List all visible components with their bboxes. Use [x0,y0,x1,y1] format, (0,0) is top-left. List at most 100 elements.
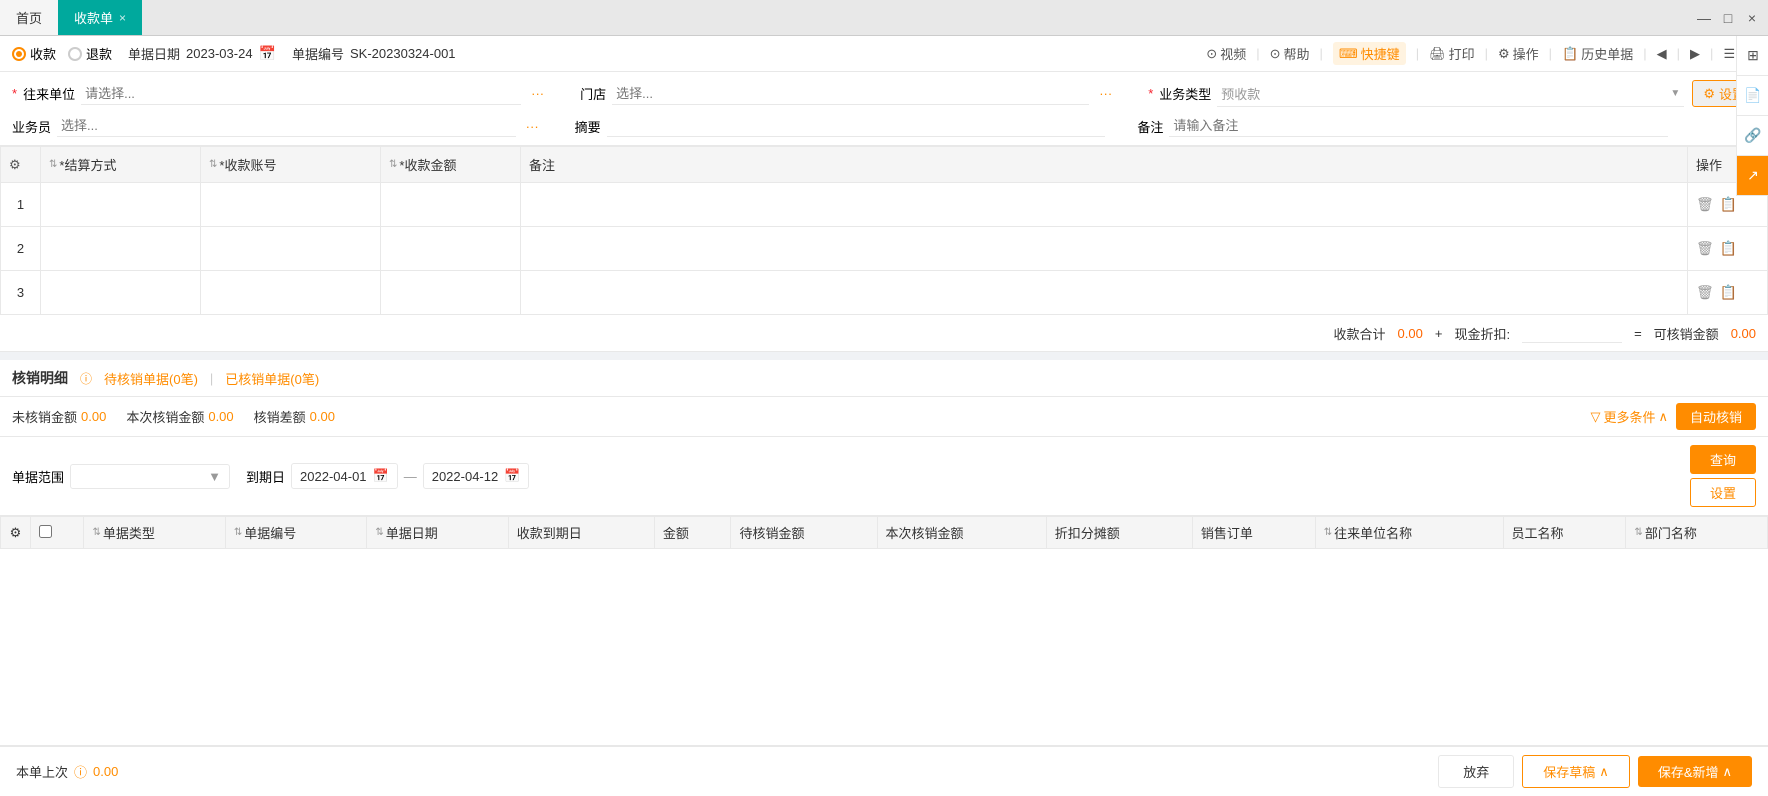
maximize-button[interactable]: □ [1720,10,1736,26]
window-controls: — □ × [1696,10,1768,26]
shortcut-link[interactable]: ⌨ 快捷键 [1333,42,1406,65]
delete-icon-3[interactable]: 🗑 [1696,284,1714,301]
radio-receipt[interactable]: 收款 [12,44,56,63]
diff-label: 核销差额 [254,407,306,426]
abandon-button[interactable]: 放弃 [1438,755,1514,788]
due-label: 到期日 [246,467,285,486]
sort-dt[interactable]: ⇅ [92,527,100,538]
settlement-2[interactable] [41,227,201,271]
th-checkbox[interactable]: ⚙ [1,517,31,549]
date-from-input[interactable]: 2022-04-01 📅 [291,463,398,489]
summary-input[interactable] [607,115,1106,137]
form-row-2: 业务员 ··· 摘要 备注 [12,115,1756,137]
th-checkbox-all[interactable] [31,517,84,549]
th-settlement-label: *结算方式 [59,155,116,174]
biz-type-label: 业务类型 [1159,84,1211,103]
settlement-3[interactable] [41,271,201,315]
abandon-label: 放弃 [1463,765,1489,780]
save-new-button[interactable]: 保存&新增 ∧ [1638,756,1752,787]
sort-icon-3[interactable]: ⇅ [389,159,397,170]
operation-link[interactable]: ⚙ 操作 [1498,44,1539,63]
copy-icon-1[interactable]: 📋 [1720,196,1737,213]
date-to-input[interactable]: 2022-04-12 📅 [423,463,530,489]
copy-icon-2[interactable]: 📋 [1720,240,1737,257]
history-link[interactable]: 📋 历史单据 [1562,44,1633,63]
net-label: 可核销金额 [1654,324,1719,343]
note-1[interactable] [521,183,1688,227]
close-button[interactable]: × [1744,10,1760,26]
draft-button[interactable]: 保存草稿 ∧ [1522,755,1630,788]
date-value[interactable]: 2023-03-24 [186,46,253,61]
th-remark-label: 备注 [529,158,555,173]
row-num-2: 2 [1,227,41,271]
partner-input[interactable] [81,83,521,105]
calendar-icon[interactable]: 📅 [259,45,276,62]
range-select[interactable]: ▼ [70,464,230,489]
staff-input[interactable] [57,115,516,137]
footer-info-icon[interactable]: ⓘ [74,762,87,781]
radio-refund[interactable]: 退款 [68,44,112,63]
biz-type-select[interactable]: 预收款 ▼ [1217,81,1684,107]
amount-3[interactable] [381,271,521,315]
settlement-1[interactable] [41,183,201,227]
query-button[interactable]: 查询 [1690,445,1756,474]
th-pending-amount: 待核销金额 [731,517,877,549]
sort-icon-2[interactable]: ⇅ [209,159,217,170]
completed-tab[interactable]: 已核销单据(0笔) [225,369,319,388]
discount-input[interactable] [1522,323,1622,343]
nav-right-icon[interactable]: ▶ [1690,46,1700,62]
auto-verify-button[interactable]: 自动核销 [1676,403,1756,430]
account-1[interactable] [201,183,381,227]
tab-home[interactable]: 首页 [0,0,58,35]
note-3[interactable] [521,271,1688,315]
gear-icon-2[interactable]: ⚙ [10,525,22,540]
copy-icon-3[interactable]: 📋 [1720,284,1737,301]
tab-receipt[interactable]: 收款单 × [58,0,142,35]
video-link[interactable]: ⊙ 视频 [1206,44,1246,63]
sidebar-icon-arrow[interactable]: ↗ [1737,156,1768,196]
sort-dp[interactable]: ⇅ [1634,527,1642,538]
sort-dn[interactable]: ⇅ [234,527,242,538]
info-icon[interactable]: ⓘ [80,370,92,387]
doc-no-value[interactable]: SK-20230324-001 [350,46,456,61]
sidebar-icon-link[interactable]: 🔗 [1737,116,1768,156]
delete-icon-1[interactable]: 🗑 [1696,196,1714,213]
tab-close-icon[interactable]: × [119,11,126,25]
help-link[interactable]: ⊙ 帮助 [1270,44,1310,63]
set-button[interactable]: 设置 [1690,478,1756,507]
more-conditions-btn[interactable]: ▽ 更多条件 ∧ [1590,407,1668,426]
sort-dd[interactable]: ⇅ [375,527,383,538]
doc-no-label: 单据编号 [292,44,344,63]
store-more-icon[interactable]: ··· [1095,86,1116,101]
sort-icon[interactable]: ⇅ [49,159,57,170]
select-all-checkbox[interactable] [39,525,52,538]
sort-pt[interactable]: ⇅ [1324,527,1332,538]
remark-input[interactable] [1169,115,1668,137]
current-stat: 本次核销金额 0.00 [126,407,233,426]
data-table: ⚙ ⇅ 单据类型 ⇅ [0,516,1768,549]
gear-icon[interactable]: ⚙ [9,157,21,172]
section-divider [0,352,1768,360]
account-3[interactable] [201,271,381,315]
print-link[interactable]: 🖨 打印 [1429,44,1475,63]
minimize-button[interactable]: — [1696,10,1712,26]
summary-label: 摘要 [575,117,601,136]
account-2[interactable] [201,227,381,271]
note-2[interactable] [521,227,1688,271]
sidebar-icon-table[interactable]: ⊞ [1737,36,1768,76]
th-gear[interactable]: ⚙ [1,147,41,183]
pending-tab[interactable]: 待核销单据(0笔) [104,369,198,388]
partner-field: * 往来单位 ··· [12,83,548,105]
staff-more-icon[interactable]: ··· [522,119,543,134]
amount-1[interactable] [381,183,521,227]
table-row: 3 🗑 📋 [1,271,1768,315]
nav-left-icon[interactable]: ◀ [1657,46,1667,62]
delete-icon-2[interactable]: 🗑 [1696,240,1714,257]
amount-2[interactable] [381,227,521,271]
store-input[interactable] [612,83,1089,105]
draft-chevron: ∧ [1599,764,1609,780]
partner-more-icon[interactable]: ··· [527,86,548,101]
list-view-icon[interactable]: ☰ [1723,46,1735,62]
sidebar-icon-doc[interactable]: 📄 [1737,76,1768,116]
help-label: 帮助 [1284,44,1310,63]
